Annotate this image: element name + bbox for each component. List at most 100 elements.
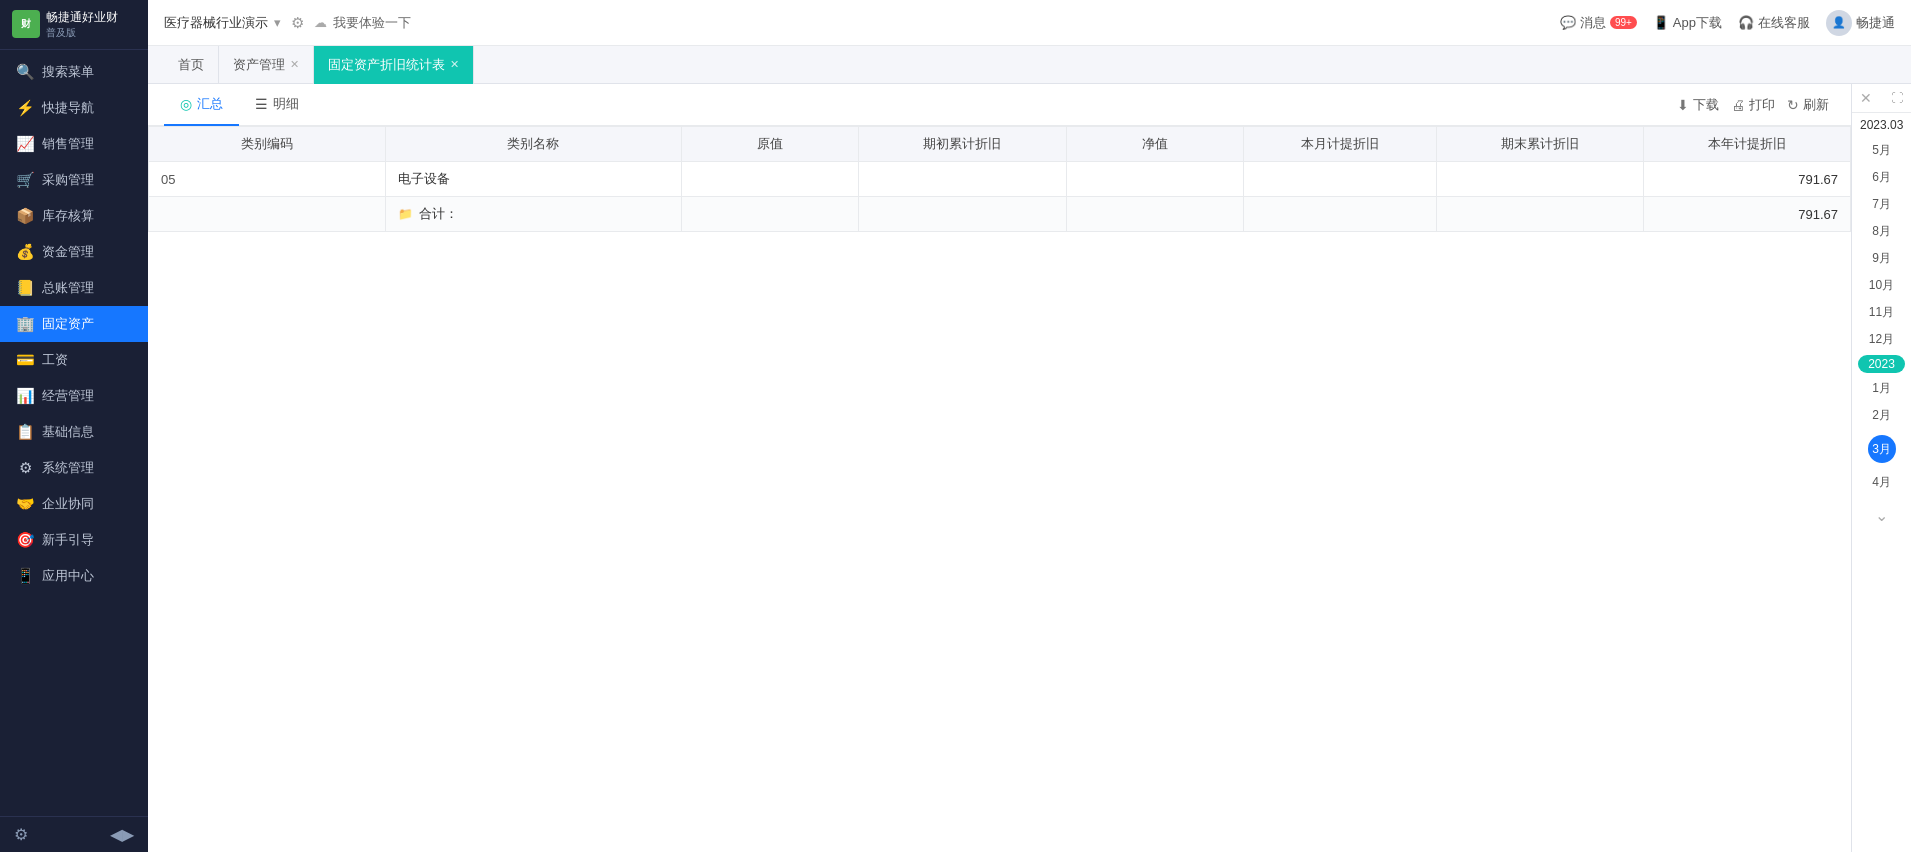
message-btn[interactable]: 💬 消息 99+ — [1560, 14, 1637, 32]
sidebar-item-finance[interactable]: 💰 资金管理 — [0, 234, 148, 270]
company-dropdown-arrow: ▾ — [274, 15, 281, 30]
app-center-icon: 📱 — [16, 567, 34, 585]
inner-tab-summary-label: 汇总 — [197, 95, 223, 113]
date-month-8[interactable]: 8月 — [1852, 218, 1911, 245]
inner-tab-summary[interactable]: ◎ 汇总 — [164, 84, 239, 126]
panel-expand-icon[interactable]: ⛶ — [1891, 91, 1903, 105]
sidebar: 财 畅捷通好业财 普及版 🔍 搜索菜单 ⚡ 快捷导航 📈 销售管理 🛒 采购管理… — [0, 0, 148, 852]
tab-depreciation[interactable]: 固定资产折旧统计表 ✕ — [314, 46, 474, 84]
inner-tab-detail[interactable]: ☰ 明细 — [239, 84, 315, 126]
sidebar-item-ledger[interactable]: 📒 总账管理 — [0, 270, 148, 306]
sidebar-item-fixed-assets[interactable]: 🏢 固定资产 — [0, 306, 148, 342]
sidebar-item-label: 工资 — [42, 351, 68, 369]
sidebar-item-label: 资金管理 — [42, 243, 94, 261]
sidebar-item-base-info[interactable]: 📋 基础信息 — [0, 414, 148, 450]
sidebar-item-search[interactable]: 🔍 搜索菜单 — [0, 54, 148, 90]
ledger-icon: 📒 — [16, 279, 34, 297]
sidebar-nav: 🔍 搜索菜单 ⚡ 快捷导航 📈 销售管理 🛒 采购管理 📦 库存核算 💰 资金管… — [0, 50, 148, 816]
panel-close-icon[interactable]: ✕ — [1860, 90, 1872, 106]
logo-icon: 财 — [12, 10, 40, 38]
topbar: 医疗器械行业演示 ▾ ⚙ ☁ 我要体验一下 💬 消息 99+ 📱 App下载 🎧… — [148, 0, 1911, 46]
company-selector[interactable]: 医疗器械行业演示 ▾ — [164, 14, 281, 32]
sidebar-item-inventory[interactable]: 📦 库存核算 — [0, 198, 148, 234]
header-original: 原值 — [681, 127, 859, 162]
date-month-6[interactable]: 6月 — [1852, 164, 1911, 191]
print-icon: 🖨 — [1731, 97, 1745, 113]
avatar: 👤 — [1826, 10, 1852, 36]
sidebar-item-label: 基础信息 — [42, 423, 94, 441]
online-service-btn[interactable]: 🎧 在线客服 — [1738, 14, 1810, 32]
company-name: 医疗器械行业演示 — [164, 14, 268, 32]
date-month-4[interactable]: 4月 — [1852, 469, 1911, 496]
sidebar-item-label: 系统管理 — [42, 459, 94, 477]
settings-gear-icon[interactable]: ⚙ — [291, 14, 304, 32]
sidebar-item-system[interactable]: ⚙ 系统管理 — [0, 450, 148, 486]
print-btn[interactable]: 🖨 打印 — [1725, 93, 1781, 117]
summary-icon-cell — [149, 197, 386, 232]
quick-nav-icon: ⚡ — [16, 99, 34, 117]
header-category-name: 类别名称 — [385, 127, 681, 162]
row-original — [681, 162, 859, 197]
download-icon: ⬇ — [1677, 97, 1689, 113]
experience-label: 我要体验一下 — [333, 14, 411, 32]
collapse-icon[interactable]: ◀▶ — [110, 825, 134, 844]
summary-net — [1066, 197, 1244, 232]
date-month-11[interactable]: 11月 — [1852, 299, 1911, 326]
sidebar-item-label: 新手引导 — [42, 531, 94, 549]
tab-asset-mgmt[interactable]: 资产管理 ✕ — [219, 46, 314, 84]
tab-asset-mgmt-close[interactable]: ✕ — [290, 58, 299, 71]
service-label: 在线客服 — [1758, 14, 1810, 32]
date-month-12[interactable]: 12月 — [1852, 326, 1911, 353]
sidebar-item-app-center[interactable]: 📱 应用中心 — [0, 558, 148, 594]
tab-home[interactable]: 首页 — [164, 46, 219, 84]
refresh-icon: ↻ — [1787, 97, 1799, 113]
sidebar-item-enterprise[interactable]: 🤝 企业协同 — [0, 486, 148, 522]
message-badge: 99+ — [1610, 16, 1637, 29]
row-code: 05 — [149, 162, 386, 197]
inventory-icon: 📦 — [16, 207, 34, 225]
main-content: 医疗器械行业演示 ▾ ⚙ ☁ 我要体验一下 💬 消息 99+ 📱 App下载 🎧… — [148, 0, 1911, 852]
date-month-2[interactable]: 2月 — [1852, 402, 1911, 429]
panel-down-arrow[interactable]: ⌄ — [1869, 504, 1894, 527]
tab-depreciation-close[interactable]: ✕ — [450, 58, 459, 71]
download-btn[interactable]: ⬇ 下载 — [1671, 93, 1725, 117]
sidebar-item-sales[interactable]: 📈 销售管理 — [0, 126, 148, 162]
fixed-assets-icon: 🏢 — [16, 315, 34, 333]
refresh-btn[interactable]: ↻ 刷新 — [1781, 93, 1835, 117]
cloud-icon: ☁ — [314, 15, 327, 30]
sidebar-item-operations[interactable]: 📊 经营管理 — [0, 378, 148, 414]
user-profile[interactable]: 👤 畅捷通 — [1826, 10, 1895, 36]
header-period-end: 期末累计折旧 — [1436, 127, 1643, 162]
date-month-9[interactable]: 9月 — [1852, 245, 1911, 272]
date-panel-header: ✕ ⛶ — [1852, 84, 1911, 113]
date-month-3-active[interactable]: 3月 — [1868, 435, 1896, 463]
date-month-1[interactable]: 1月 — [1852, 375, 1911, 402]
tab-home-label: 首页 — [178, 56, 204, 74]
date-month-10[interactable]: 10月 — [1852, 272, 1911, 299]
experience-btn[interactable]: ☁ 我要体验一下 — [314, 14, 411, 32]
sidebar-item-label: 固定资产 — [42, 315, 94, 333]
row-period-end — [1436, 162, 1643, 197]
inner-tabs: ◎ 汇总 ☰ 明细 ⬇ 下载 🖨 打印 ↻ — [148, 84, 1851, 126]
depreciation-table: 类别编码 类别名称 原值 期初累计折旧 净值 本月计提折旧 期末累计折旧 本年计… — [148, 126, 1851, 232]
sidebar-item-guide[interactable]: 🎯 新手引导 — [0, 522, 148, 558]
sidebar-item-quick-nav[interactable]: ⚡ 快捷导航 — [0, 90, 148, 126]
settings-icon[interactable]: ⚙ — [14, 825, 28, 844]
download-icon: 📱 — [1653, 15, 1669, 30]
date-month-7[interactable]: 7月 — [1852, 191, 1911, 218]
sidebar-item-label: 搜索菜单 — [42, 63, 94, 81]
finance-icon: 💰 — [16, 243, 34, 261]
summary-period-end — [1436, 197, 1643, 232]
app-download-btn[interactable]: 📱 App下载 — [1653, 14, 1722, 32]
date-month-5[interactable]: 5月 — [1852, 137, 1911, 164]
tab-depreciation-label: 固定资产折旧统计表 — [328, 56, 445, 74]
refresh-label: 刷新 — [1803, 96, 1829, 114]
sidebar-item-label: 总账管理 — [42, 279, 94, 297]
year-badge[interactable]: 2023 — [1858, 355, 1905, 373]
content-area: ◎ 汇总 ☰ 明细 ⬇ 下载 🖨 打印 ↻ — [148, 84, 1911, 852]
sidebar-item-purchase[interactable]: 🛒 采购管理 — [0, 162, 148, 198]
download-label: 下载 — [1693, 96, 1719, 114]
sidebar-item-payroll[interactable]: 💳 工资 — [0, 342, 148, 378]
summary-month-dep — [1244, 197, 1436, 232]
topbar-right: 💬 消息 99+ 📱 App下载 🎧 在线客服 👤 畅捷通 — [1560, 10, 1895, 36]
